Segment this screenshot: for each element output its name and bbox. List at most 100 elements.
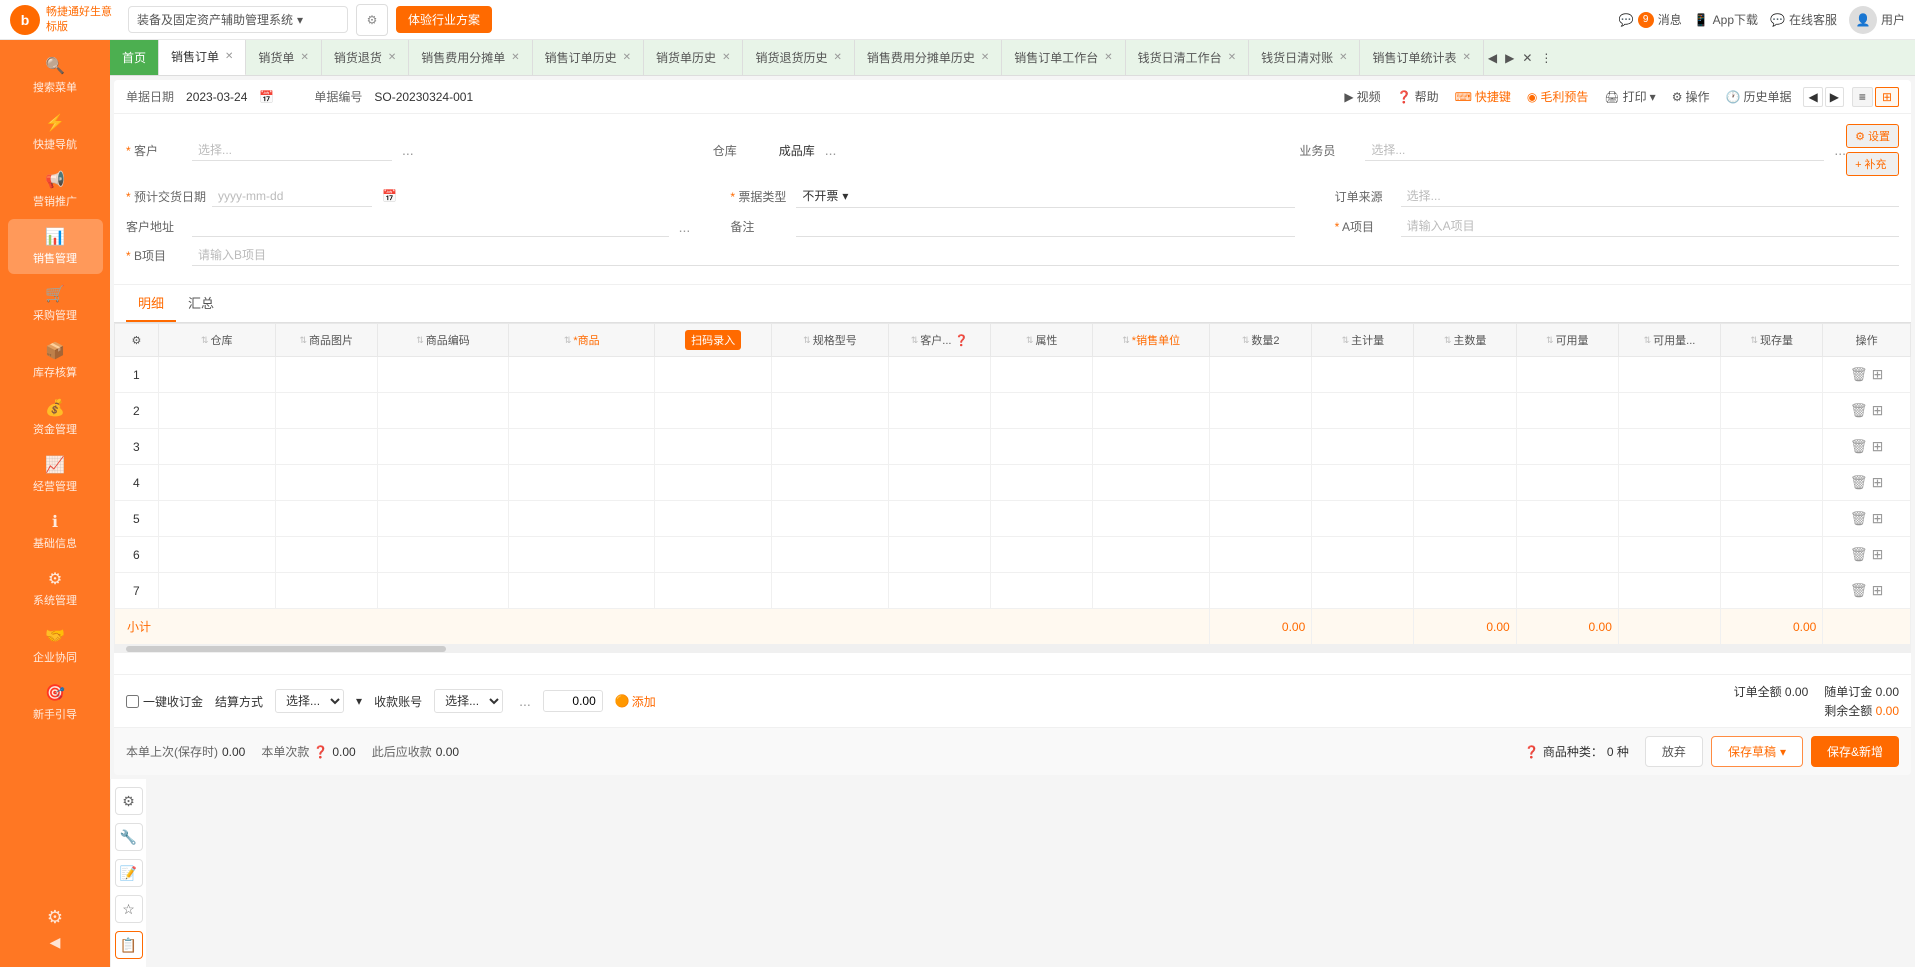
print-btn[interactable]: 🖨 打印 ▾ [1600, 86, 1659, 107]
row-delete-btn[interactable]: 🗑 [1850, 546, 1868, 563]
tab-close-expense-history[interactable]: ✕ [981, 52, 989, 63]
sidebar-settings-icon[interactable]: ⚙ [47, 907, 63, 928]
toolbar-card-view[interactable]: ⊞ [1875, 87, 1899, 107]
one-click-check[interactable] [126, 695, 139, 708]
tab-close-sales-return[interactable]: ✕ [388, 52, 396, 63]
sidebar-item-guide[interactable]: 🎯 新手引导 [8, 675, 103, 730]
invoice-type-select[interactable]: 不开票 ▾ [796, 184, 1294, 208]
scan-button[interactable]: 扫码录入 [685, 330, 741, 350]
row-delete-btn[interactable]: 🗑 [1850, 402, 1868, 419]
tab-sales-stats[interactable]: 销售订单统计表 ✕ [1360, 40, 1483, 76]
right-panel-icon-1[interactable]: ⚙ [115, 787, 143, 815]
row-unit[interactable] [1093, 357, 1210, 393]
tab-home[interactable]: 首页 [110, 40, 159, 76]
sidebar-item-inventory[interactable]: 📦 库存核算 [8, 333, 103, 388]
tab-close-sales-order[interactable]: ✕ [225, 51, 233, 62]
tab-nav-next[interactable]: ▶ [1501, 51, 1518, 65]
amount-input[interactable] [543, 690, 603, 712]
operation-btn[interactable]: ⚙ 操作 [1668, 86, 1714, 107]
online-support-button[interactable]: 💬 在线客服 [1770, 11, 1837, 28]
tab-order-history[interactable]: 销售订单历史 ✕ [533, 40, 644, 76]
tab-close-daily-workbench[interactable]: ✕ [1228, 52, 1236, 63]
toolbar-next[interactable]: ▶ [1825, 87, 1844, 107]
tab-sales-invoice[interactable]: 销货单 ✕ [246, 40, 321, 76]
help-btn[interactable]: ❓ 帮助 [1393, 86, 1443, 107]
user-menu[interactable]: 👤 用户 [1849, 6, 1905, 34]
row-warehouse[interactable] [158, 357, 275, 393]
memo-input[interactable] [796, 216, 1294, 237]
discard-button[interactable]: 放弃 [1645, 736, 1703, 767]
row-delete-btn[interactable]: 🗑 [1850, 474, 1868, 491]
tab-close-daily-reconcile[interactable]: ✕ [1339, 52, 1347, 63]
right-panel-icon-2[interactable]: 🔧 [115, 823, 143, 851]
row-name[interactable] [509, 357, 655, 393]
tab-close-order-history[interactable]: ✕ [623, 52, 631, 63]
scroll-bar[interactable] [114, 645, 1911, 653]
row-delete-btn[interactable]: 🗑 [1850, 510, 1868, 527]
right-panel-icon-4[interactable]: ☆ [115, 895, 143, 923]
solution-button[interactable]: 体验行业方案 [396, 6, 492, 33]
sidebar-collapse-button[interactable]: ◀ [50, 934, 61, 951]
delivery-date-icon[interactable]: 📅 [382, 189, 397, 203]
product-count-help[interactable]: ❓ [1524, 745, 1539, 759]
tab-daily-workbench[interactable]: 钱货日清工作台 ✕ [1126, 40, 1249, 76]
row-available2[interactable] [1618, 357, 1720, 393]
add-action-btn[interactable]: + 补充 [1846, 152, 1899, 176]
staff-dots[interactable]: ... [1834, 142, 1846, 158]
tab-daily-reconcile[interactable]: 钱货日清对账 ✕ [1249, 40, 1360, 76]
row-customer-code[interactable] [888, 357, 990, 393]
tab-close-return-history[interactable]: ✕ [833, 52, 841, 63]
detail-tab-detail[interactable]: 明细 [126, 285, 176, 322]
row-copy-btn[interactable]: ⊞ [1872, 402, 1884, 419]
sidebar-item-marketing[interactable]: 📢 营销推广 [8, 162, 103, 217]
view-btn[interactable]: ▶ 视频 [1340, 86, 1384, 107]
stat2-help-icon[interactable]: ❓ [313, 745, 328, 759]
sidebar-item-quick-nav[interactable]: ⚡ 快捷导航 [8, 105, 103, 160]
right-panel-icon-5[interactable]: 📋 [115, 931, 143, 959]
project-b-input[interactable] [192, 245, 1899, 266]
sidebar-item-finance[interactable]: 💰 资金管理 [8, 390, 103, 445]
sidebar-item-management[interactable]: 📈 经营管理 [8, 447, 103, 502]
row-code[interactable] [377, 357, 508, 393]
tab-nav-menu[interactable]: ⋮ [1536, 51, 1556, 65]
row-copy-btn[interactable]: ⊞ [1872, 474, 1884, 491]
tab-order-workbench[interactable]: 销售订单工作台 ✕ [1002, 40, 1125, 76]
row-main-qty[interactable] [1414, 357, 1516, 393]
project-a-input[interactable] [1401, 216, 1899, 237]
settings-icon[interactable]: ⚙ [356, 4, 388, 36]
tab-close-order-workbench[interactable]: ✕ [1104, 52, 1112, 63]
delivery-date-input[interactable] [212, 186, 372, 207]
row-attrs[interactable] [991, 357, 1093, 393]
sidebar-item-sales[interactable]: 📊 销售管理 [8, 219, 103, 274]
row-stock[interactable] [1721, 357, 1823, 393]
row-copy-btn[interactable]: ⊞ [1872, 546, 1884, 563]
tab-nav-close[interactable]: ✕ [1518, 51, 1536, 65]
one-click-checkbox[interactable]: 一键收订金 [126, 693, 203, 710]
profit-btn[interactable]: ◉ 毛利预告 [1523, 86, 1593, 107]
account-select[interactable]: 选择... [434, 689, 503, 713]
app-download-button[interactable]: 📱 App下载 [1694, 11, 1758, 28]
account-dots[interactable]: ... [519, 693, 531, 709]
customer-input[interactable] [192, 140, 392, 161]
tab-close-invoice-history[interactable]: ✕ [722, 52, 730, 63]
shortcut-btn[interactable]: ⌨ 快捷键 [1451, 86, 1515, 107]
tab-sales-return[interactable]: 销货退货 ✕ [322, 40, 409, 76]
row-copy-btn[interactable]: ⊞ [1872, 582, 1884, 599]
date-picker-icon[interactable]: 📅 [259, 90, 274, 104]
toolbar-prev[interactable]: ◀ [1803, 87, 1822, 107]
staff-input[interactable] [1365, 140, 1824, 161]
warehouse-dots[interactable]: ... [825, 142, 837, 158]
row-copy-btn[interactable]: ⊞ [1872, 366, 1884, 383]
customer-dots[interactable]: ... [402, 142, 414, 158]
row-main-unit[interactable] [1312, 357, 1414, 393]
right-panel-icon-3[interactable]: 📝 [115, 859, 143, 887]
add-payment-btn[interactable]: 🟠 添加 [615, 693, 656, 710]
row-image[interactable] [275, 357, 377, 393]
messages-button[interactable]: 💬 9 消息 [1619, 11, 1682, 28]
sidebar-item-purchase[interactable]: 🛒 采购管理 [8, 276, 103, 331]
tab-return-history[interactable]: 销货退货历史 ✕ [743, 40, 854, 76]
scroll-thumb[interactable] [126, 646, 446, 652]
customer-address-input[interactable] [192, 216, 669, 237]
row-delete-btn[interactable]: 🗑 [1850, 582, 1868, 599]
detail-tab-summary[interactable]: 汇总 [176, 285, 226, 322]
